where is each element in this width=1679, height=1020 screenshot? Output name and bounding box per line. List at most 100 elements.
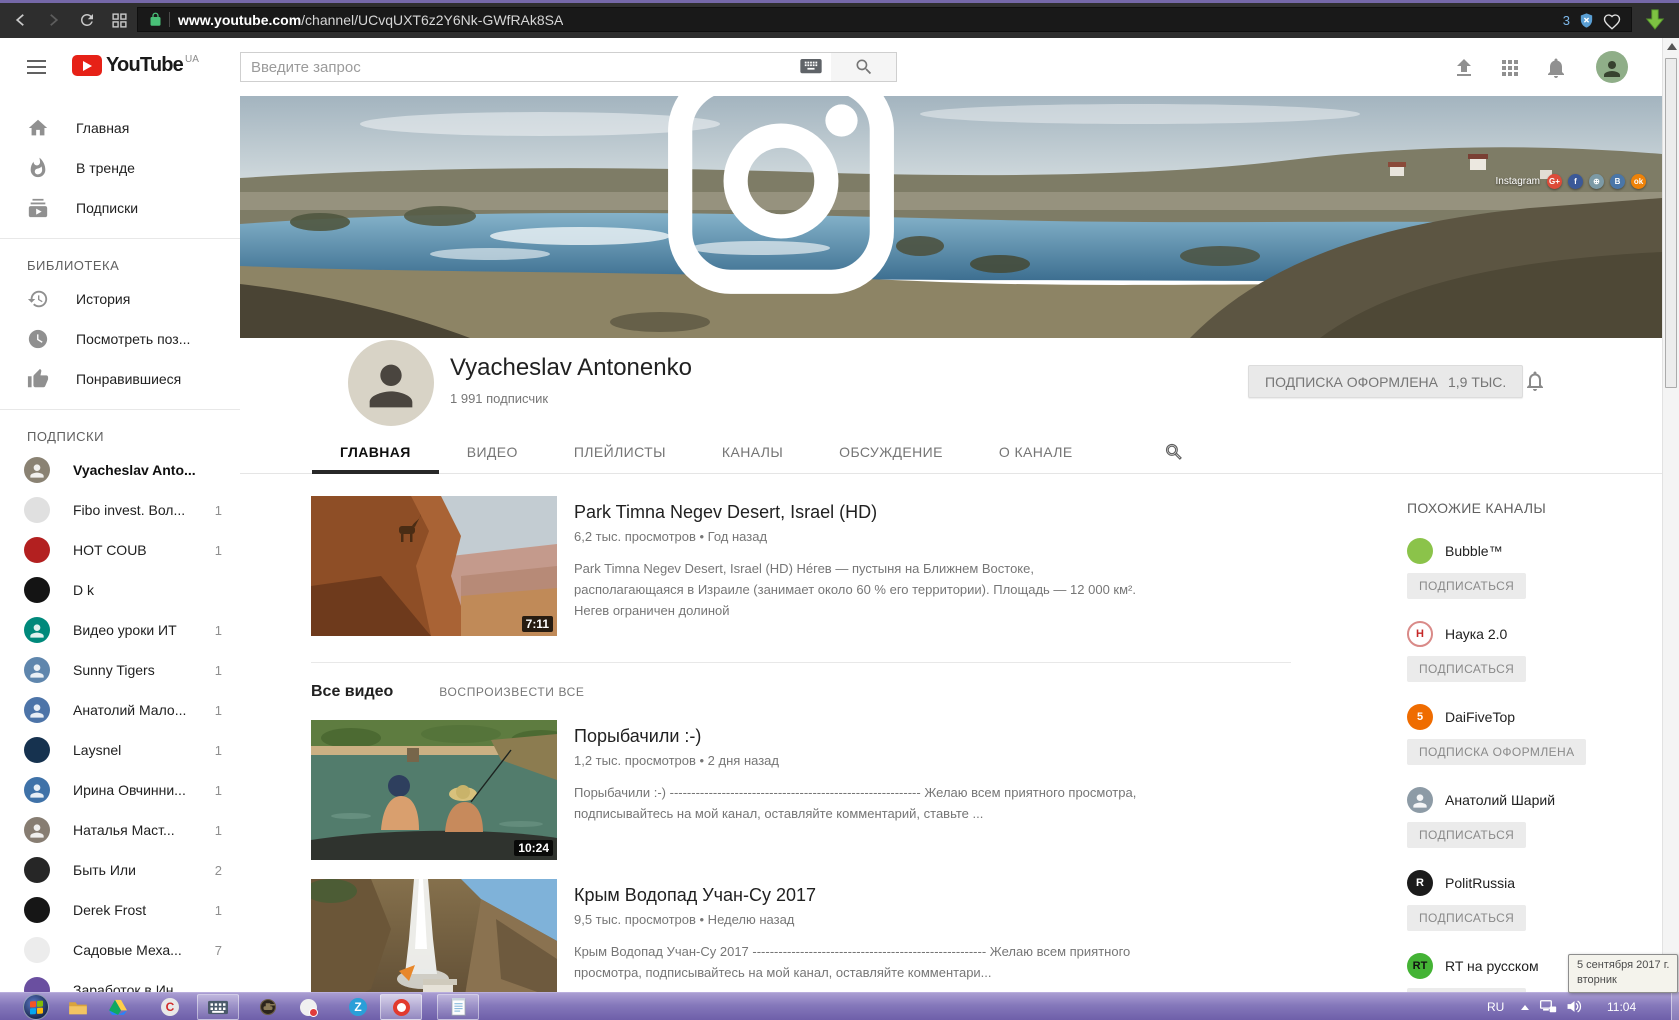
subscription-channel[interactable]: Анатолий Мало... 1 [0,690,240,730]
notifications-bell-icon[interactable] [1544,56,1568,80]
tab-каналы[interactable]: КАНАЛЫ [694,430,811,473]
tab-видео[interactable]: ВИДЕО [439,430,546,473]
tab-о-канале[interactable]: О КАНАЛЕ [971,430,1101,473]
channel-avatar[interactable] [348,340,434,426]
person-icon [369,364,413,408]
related-channel-link[interactable]: R PolitRussia [1407,870,1657,896]
sidebar-item-trending[interactable]: В тренде [0,148,240,188]
subscribe-button[interactable]: ПОДПИСАТЬСЯ [1407,822,1527,848]
video-thumbnail[interactable]: 10:24 [311,720,557,860]
forward-button[interactable] [40,7,66,33]
related-channel-link[interactable]: Bubble™ [1407,538,1657,564]
sidebar-item-subscriptions[interactable]: Подписки [0,188,240,228]
back-button[interactable] [8,7,34,33]
bookmark-heart-icon[interactable] [1603,12,1621,30]
subscription-channel[interactable]: Садовые Меха... 7 [0,930,240,970]
zona-taskbar-button[interactable]: Z [343,995,373,1019]
agent-taskbar-button[interactable] [293,995,323,1019]
sidebar-item-history[interactable]: История [0,279,240,319]
wot-taskbar-button[interactable] [253,995,283,1019]
subscription-channel[interactable]: Sunny Tigers 1 [0,650,240,690]
featured-video-thumbnail[interactable]: 7:11 [311,496,557,636]
language-indicator[interactable]: RU [1487,1000,1504,1014]
onscreen-keyboard-taskbar-button[interactable] [197,994,239,1020]
explorer-taskbar-button[interactable] [63,995,93,1019]
volume-icon[interactable] [1566,999,1583,1014]
subscribed-button[interactable]: ПОДПИСКА ОФОРМЛЕНА 1,9 ТЫС. [1248,365,1524,398]
tab-обсуждение[interactable]: ОБСУЖДЕНИЕ [811,430,971,473]
page-scrollbar[interactable] [1662,38,1679,992]
start-button[interactable] [23,994,49,1020]
speed-dial-button[interactable] [106,7,132,33]
shield-blocker-icon[interactable] [1578,12,1595,29]
related-channel-link[interactable]: Анатолий Шарий [1407,787,1657,813]
subscription-channel[interactable]: Заработок в Ин... [0,970,240,992]
youtube-logo[interactable]: YouTube UA [72,55,199,76]
download-button[interactable] [1642,6,1668,32]
subscription-channel[interactable]: Derek Frost 1 [0,890,240,930]
related-channel-link[interactable]: Н Наука 2.0 [1407,621,1657,647]
video-title[interactable]: Крым Водопад Учан-Су 2017 [574,885,1139,906]
channel-bell-icon[interactable] [1523,369,1547,393]
sidebar-item-liked[interactable]: Понравившиеся [0,359,240,399]
sidebar-item-watch-later[interactable]: Посмотреть поз... [0,319,240,359]
notepad-taskbar-button[interactable] [437,994,479,1020]
video-description: Крым Водопад Учан-Су 2017 --------------… [574,944,1131,980]
search-box[interactable] [240,52,832,82]
video-title[interactable]: Порыбачили :-) [574,726,1139,747]
video-title[interactable]: Park Timna Negev Desert, Israel (HD) [574,502,1139,523]
social-link-icon[interactable]: ⊕ [1589,173,1604,189]
subscribed-button[interactable]: ПОДПИСКА ОФОРМЛЕНА [1407,739,1587,765]
network-icon[interactable] [1539,999,1557,1014]
ccleaner-taskbar-button[interactable]: C [155,995,185,1019]
instagram-label: Instagram [1495,175,1540,187]
refresh-button[interactable] [74,7,100,33]
subscription-channel[interactable]: Fibo invest. Вол... 1 [0,490,240,530]
channel-avatar: 5 [1407,704,1433,730]
channel-avatar [24,617,50,643]
subscription-channel[interactable]: Наталья Маст... 1 [0,810,240,850]
channel-search-icon[interactable] [1164,442,1184,462]
scrollbar-thumb[interactable] [1665,58,1677,388]
account-avatar[interactable] [1596,51,1628,83]
subscription-channel[interactable]: D k [0,570,240,610]
related-channel-link[interactable]: 5 DaiFiveTop [1407,704,1657,730]
subscribe-button[interactable]: ПОДПИСАТЬСЯ [1407,573,1527,599]
subscription-channel[interactable]: Видео уроки ИТ 1 [0,610,240,650]
social-link-icon[interactable]: В [1610,173,1625,189]
channel-header: Vyacheslav Antonenko 1 991 подписчик ПОД… [240,338,1662,430]
menu-button[interactable] [27,60,46,74]
instagram-link[interactable]: Instagram [240,96,1540,302]
search-button[interactable] [831,52,897,82]
subscription-channel[interactable]: Vyacheslav Anto... [0,450,240,490]
address-bar[interactable]: www.youtube.com/channel/UCvqUXT6z2Y6Nk-G… [137,7,1632,32]
subscriptions-icon [28,198,48,218]
social-link-icon[interactable]: ok [1631,173,1646,189]
sidebar-item-home[interactable]: Главная [0,108,240,148]
apps-grid-icon[interactable] [1498,56,1522,80]
scrollbar-up-arrow[interactable] [1667,43,1677,50]
subscription-channel[interactable]: Быть Или 2 [0,850,240,890]
subscription-channel[interactable]: HOT COUB 1 [0,530,240,570]
tab-плейлисты[interactable]: ПЛЕЙЛИСТЫ [546,430,694,473]
opera-taskbar-button[interactable] [380,994,422,1020]
tab-главная[interactable]: ГЛАВНАЯ [312,430,439,474]
upload-icon[interactable] [1452,56,1476,80]
play-all-link[interactable]: ВОСПРОИЗВЕСТИ ВСЕ [439,685,584,699]
search-input[interactable] [241,58,800,76]
subscription-channel[interactable]: Laysnel 1 [0,730,240,770]
taskbar-clock[interactable]: 11:04 [1607,1000,1636,1014]
gdrive-taskbar-button[interactable] [103,995,133,1019]
social-link-icon[interactable]: G+ [1547,173,1562,189]
subscription-channel[interactable]: Ирина Овчинни... 1 [0,770,240,810]
related-channel: 5 DaiFiveTop ПОДПИСКА ОФОРМЛЕНА [1407,704,1657,765]
channel-name: Анатолий Шарий [1445,792,1556,808]
subscribe-button[interactable]: ПОДПИСАТЬСЯ [1407,656,1527,682]
video-thumbnail[interactable] [311,879,557,992]
keyboard-icon[interactable] [800,59,822,75]
social-link-icon[interactable]: f [1568,173,1583,189]
show-desktop-button[interactable] [1671,993,1679,1020]
channel-avatar [24,497,50,523]
hidden-icons-button[interactable] [1521,1005,1529,1010]
subscribe-button[interactable]: ПОДПИСАТЬСЯ [1407,905,1527,931]
